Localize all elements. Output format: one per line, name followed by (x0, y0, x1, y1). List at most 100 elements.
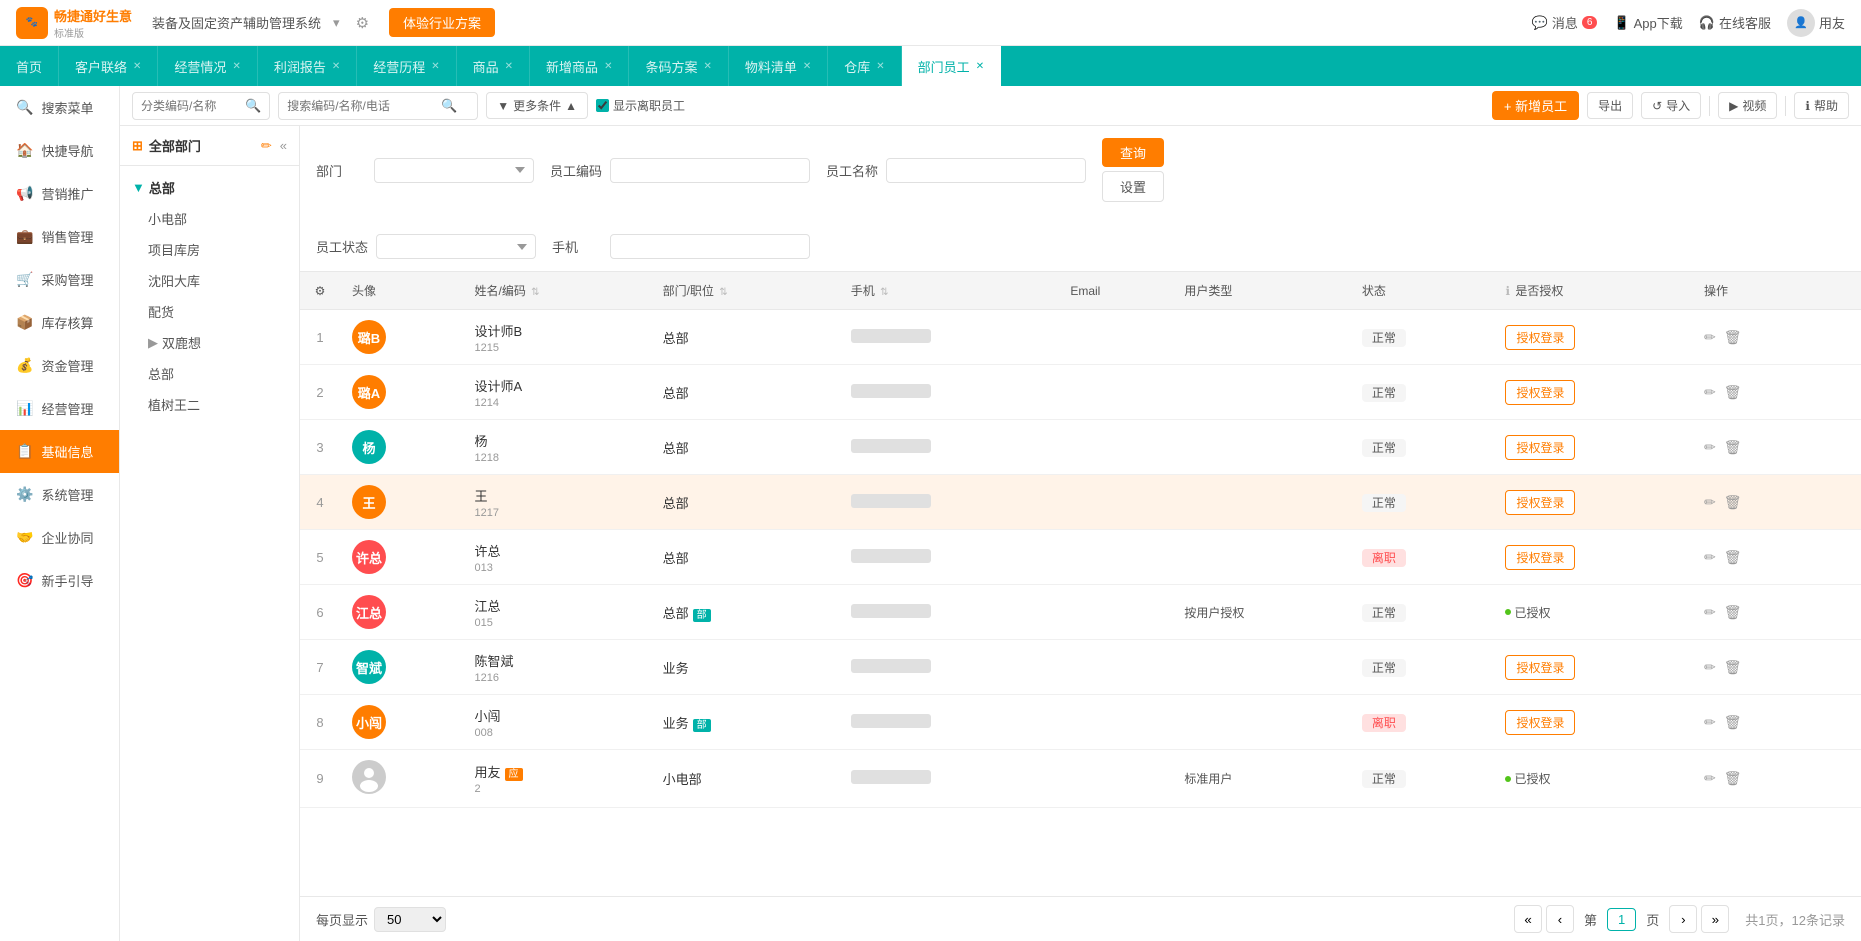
current-page[interactable]: 1 (1607, 908, 1636, 931)
online-service-button[interactable]: 🎧 在线客服 (1699, 13, 1771, 32)
auth-button[interactable]: 授权登录 (1505, 325, 1575, 350)
sidebar-item-inventory[interactable]: 📦 库存核算 (0, 301, 119, 344)
close-icon[interactable]: ✕ (133, 61, 141, 72)
close-icon[interactable]: ✕ (232, 61, 240, 72)
sidebar-item-operation[interactable]: 📊 经营管理 (0, 387, 119, 430)
delete-icon[interactable]: 🗑 (1724, 714, 1742, 731)
first-page-button[interactable]: « (1514, 905, 1542, 933)
edit-icon[interactable]: ✏ (1704, 329, 1716, 346)
auth-button[interactable]: 授权登录 (1505, 490, 1575, 515)
dept-node-shenyang[interactable]: 沈阳大库 (120, 265, 299, 296)
edit-dept-icon[interactable]: ✏ (261, 138, 272, 154)
col-name-code[interactable]: 姓名/编码 ⇅ (462, 272, 650, 310)
close-icon[interactable]: ✕ (876, 61, 884, 72)
dept-node-zhishu[interactable]: 植树王二 (120, 389, 299, 420)
edit-icon[interactable]: ✏ (1704, 384, 1716, 401)
show-resign-checkbox[interactable]: 显示离职员工 (596, 97, 685, 114)
edit-icon[interactable]: ✏ (1704, 494, 1716, 511)
tab-warehouse[interactable]: 仓库 ✕ (828, 46, 901, 86)
set-button[interactable]: 设置 (1102, 171, 1164, 202)
sidebar-item-basic[interactable]: 📋 基础信息 (0, 430, 119, 473)
delete-icon[interactable]: 🗑 (1724, 549, 1742, 566)
dept-node-xiangmu[interactable]: 项目库房 (120, 234, 299, 265)
dept-select[interactable] (374, 158, 534, 183)
collapse-icon[interactable]: « (280, 138, 287, 154)
dept-search-input[interactable] (141, 99, 241, 113)
auth-button[interactable]: 授权登录 (1505, 435, 1575, 460)
close-icon[interactable]: ✕ (505, 61, 513, 72)
emp-name-input[interactable] (886, 158, 1086, 183)
user-avatar[interactable]: 👤 用友 (1787, 9, 1845, 37)
delete-icon[interactable]: 🗑 (1724, 494, 1742, 511)
delete-icon[interactable]: 🗑 (1724, 384, 1742, 401)
dept-node-xiaodian[interactable]: 小电部 (120, 203, 299, 234)
add-employee-button[interactable]: + 新增员工 (1492, 91, 1579, 120)
query-button[interactable]: 查询 (1102, 138, 1164, 167)
sidebar-item-guide[interactable]: 🎯 新手引导 (0, 559, 119, 602)
gear-icon[interactable]: ⚙ (356, 14, 369, 32)
emp-code-input[interactable] (610, 158, 810, 183)
col-phone[interactable]: 手机 ⇅ (839, 272, 1059, 310)
dept-node-zongbu-child[interactable]: 总部 (120, 358, 299, 389)
last-page-button[interactable]: » (1701, 905, 1729, 933)
import-button[interactable]: ↺ 导入 (1641, 92, 1701, 119)
message-button[interactable]: 💬 消息 6 (1532, 13, 1598, 32)
tab-history[interactable]: 经营历程 ✕ (357, 46, 456, 86)
delete-icon[interactable]: 🗑 (1724, 329, 1742, 346)
tab-goods[interactable]: 商品 ✕ (457, 46, 530, 86)
sidebar-item-search[interactable]: 🔍 搜索菜单 (0, 86, 119, 129)
more-filter-button[interactable]: ▼ 更多条件 ▲ (486, 92, 588, 119)
sidebar-item-marketing[interactable]: 📢 营销推广 (0, 172, 119, 215)
sidebar-item-finance[interactable]: 💰 资金管理 (0, 344, 119, 387)
prev-page-button[interactable]: ‹ (1546, 905, 1574, 933)
close-icon[interactable]: ✕ (332, 61, 340, 72)
sidebar-item-purchase[interactable]: 🛒 采购管理 (0, 258, 119, 301)
emp-status-select[interactable] (376, 234, 536, 259)
auth-button[interactable]: 授权登录 (1505, 545, 1575, 570)
view-button[interactable]: ▶ 视频 (1718, 92, 1777, 119)
help-button[interactable]: ℹ 帮助 (1794, 92, 1849, 119)
sidebar-item-system[interactable]: ⚙️ 系统管理 (0, 473, 119, 516)
delete-icon[interactable]: 🗑 (1724, 604, 1742, 621)
edit-icon[interactable]: ✏ (1704, 549, 1716, 566)
tab-profit[interactable]: 利润报告 ✕ (258, 46, 357, 86)
page-size-select[interactable]: 50 100 (374, 907, 446, 932)
tab-employee[interactable]: 部门员工 ✕ (902, 46, 1001, 86)
delete-icon[interactable]: 🗑 (1724, 439, 1742, 456)
delete-icon[interactable]: 🗑 (1724, 770, 1742, 787)
close-icon[interactable]: ✕ (803, 61, 811, 72)
dept-node-shuanglu[interactable]: ▶ 双鹿想 (120, 327, 299, 358)
delete-icon[interactable]: 🗑 (1724, 659, 1742, 676)
edit-icon[interactable]: ✏ (1704, 714, 1716, 731)
phone-input[interactable] (610, 234, 810, 259)
dept-node-zongbu-parent[interactable]: ▼ 总部 (120, 172, 299, 203)
auth-button[interactable]: 授权登录 (1505, 380, 1575, 405)
edit-icon[interactable]: ✏ (1704, 659, 1716, 676)
tab-barcode[interactable]: 条码方案 ✕ (629, 46, 728, 86)
sidebar-item-collab[interactable]: 🤝 企业协同 (0, 516, 119, 559)
system-arrow-icon[interactable]: ▾ (333, 15, 340, 31)
app-download-button[interactable]: 📱 App下载 (1613, 13, 1682, 32)
tab-customer[interactable]: 客户联络 ✕ (59, 46, 158, 86)
tab-operation[interactable]: 经营情况 ✕ (158, 46, 257, 86)
sidebar-item-sales[interactable]: 💼 销售管理 (0, 215, 119, 258)
close-icon[interactable]: ✕ (604, 61, 612, 72)
next-page-button[interactable]: › (1669, 905, 1697, 933)
col-settings[interactable]: ⚙ (300, 272, 340, 310)
auth-button[interactable]: 授权登录 (1505, 710, 1575, 735)
tab-bom[interactable]: 物料清单 ✕ (729, 46, 828, 86)
auth-button[interactable]: 授权登录 (1505, 655, 1575, 680)
tab-home[interactable]: 首页 (0, 46, 59, 86)
edit-icon[interactable]: ✏ (1704, 770, 1716, 787)
edit-icon[interactable]: ✏ (1704, 604, 1716, 621)
close-icon[interactable]: ✕ (431, 61, 439, 72)
employee-search-input[interactable] (287, 99, 437, 113)
experience-button[interactable]: 体验行业方案 (389, 8, 495, 37)
close-icon[interactable]: ✕ (703, 61, 711, 72)
dept-node-peihuo[interactable]: 配货 (120, 296, 299, 327)
export-button[interactable]: 导出 (1587, 92, 1633, 119)
close-icon[interactable]: ✕ (976, 61, 984, 72)
edit-icon[interactable]: ✏ (1704, 439, 1716, 456)
col-dept-position[interactable]: 部门/职位 ⇅ (651, 272, 839, 310)
tab-new-goods[interactable]: 新增商品 ✕ (530, 46, 629, 86)
